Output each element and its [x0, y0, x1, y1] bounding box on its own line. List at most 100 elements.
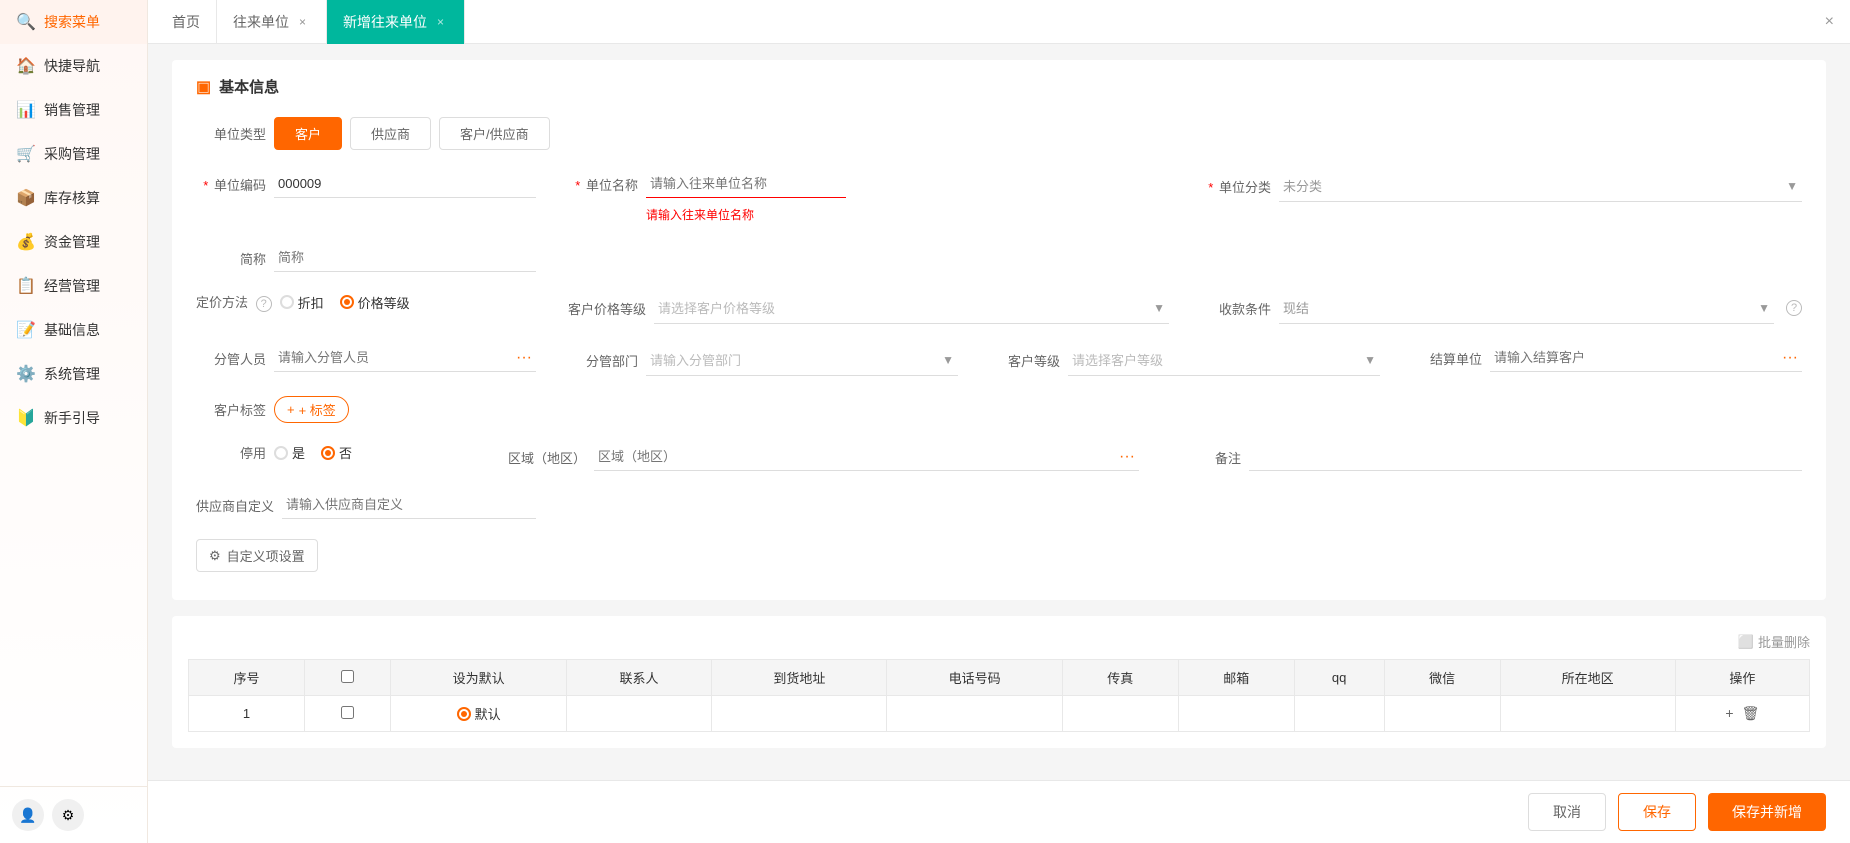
payment-terms-label: 收款条件 [1201, 299, 1271, 318]
supervisor-more-btn[interactable]: ··· [512, 349, 536, 367]
tab-partner-list[interactable]: 往来单位 × [217, 0, 327, 44]
supplier-custom-input[interactable] [282, 491, 536, 519]
disabled-radio-no[interactable]: 否 [321, 443, 352, 462]
tabs-close-all-button[interactable]: × [1817, 9, 1842, 35]
customer-tag-label: 客户标签 [196, 400, 266, 419]
unit-type-row: 单位类型 客户 供应商 客户/供应商 [196, 117, 1802, 150]
sidebar-settings-icon[interactable]: ⚙ [52, 799, 84, 831]
sidebar-item-operation[interactable]: 📋 经营管理 [0, 264, 147, 308]
supervisor-input[interactable] [274, 344, 512, 371]
tab-partner-list-close[interactable]: × [295, 13, 310, 31]
operation-icon: 📋 [16, 276, 36, 296]
row-check [305, 696, 391, 732]
department-field: 分管部门 请输入分管部门 ▼ [568, 344, 958, 376]
sidebar-item-quick-nav[interactable]: 🏠 快捷导航 [0, 44, 147, 88]
sales-icon: 📊 [16, 100, 36, 120]
payment-terms-help[interactable]: ? [1786, 300, 1802, 316]
payment-terms-select[interactable]: 现结 ▼ [1279, 292, 1774, 324]
remark-input[interactable] [1249, 443, 1802, 471]
table-select-all[interactable] [341, 670, 354, 683]
disabled-radio-yes[interactable]: 是 [274, 443, 305, 462]
region-more-btn[interactable]: ··· [1115, 448, 1139, 466]
row-default-radio[interactable]: 默认 [403, 704, 553, 723]
department-select[interactable]: 请输入分管部门 ▼ [646, 344, 958, 376]
save-button[interactable]: 保存 [1618, 793, 1696, 831]
unit-category-label: * 单位分类 [1201, 177, 1271, 196]
sidebar-item-basic[interactable]: 📝 基础信息 [0, 308, 147, 352]
pricing-radio-level[interactable]: 价格等级 [340, 293, 410, 312]
row-qq [1294, 696, 1384, 732]
unit-code-name-row: * 单位编码 * 单位名称 请输入往来单位名称 [196, 170, 1802, 224]
settlement-unit-label: 结算单位 [1412, 349, 1482, 368]
supervisor-row: 分管人员 ··· 分管部门 请输入分管部门 ▼ 客户等级 [196, 344, 1802, 376]
row-phone [887, 696, 1062, 732]
sidebar-item-inventory[interactable]: 📦 库存核算 [0, 176, 147, 220]
newbie-icon: 🔰 [16, 408, 36, 428]
pricing-method-field: 定价方法 ? 折扣 价格等级 [196, 292, 536, 312]
cancel-button[interactable]: 取消 [1528, 793, 1606, 831]
settlement-unit-more-btn[interactable]: ··· [1778, 349, 1802, 367]
save-new-button[interactable]: 保存并新增 [1708, 793, 1826, 831]
sidebar: 🔍 搜索菜单 🏠 快捷导航 📊 销售管理 🛒 采购管理 📦 库存核算 💰 资金管… [0, 0, 148, 843]
pricing-method-help[interactable]: ? [256, 296, 272, 312]
customer-level-arrow: ▼ [1364, 353, 1376, 367]
tab-partner-new-close[interactable]: × [433, 13, 448, 31]
department-arrow: ▼ [942, 353, 954, 367]
col-header-ops: 操作 [1675, 660, 1809, 696]
row-add-btn[interactable]: + [1725, 705, 1733, 722]
unit-btn-both[interactable]: 客户/供应商 [439, 117, 550, 150]
settlement-unit-input[interactable] [1490, 344, 1778, 371]
sidebar-item-sales[interactable]: 📊 销售管理 [0, 88, 147, 132]
pricing-method-group: 折扣 价格等级 [280, 293, 410, 312]
disabled-region-row: 停用 是 否 区域（地区） [196, 443, 1802, 471]
pricing-radio-discount[interactable]: 折扣 [280, 293, 324, 312]
sidebar-label-system: 系统管理 [44, 364, 100, 384]
sidebar-label-finance: 资金管理 [44, 232, 100, 252]
sidebar-user-icon[interactable]: 👤 [12, 799, 44, 831]
col-header-fax: 传真 [1062, 660, 1178, 696]
batch-delete-label: 批量删除 [1758, 632, 1810, 651]
basic-info-section: ▣ 基本信息 单位类型 客户 供应商 客户/供应商 * [172, 60, 1826, 600]
tab-partner-new-label: 新增往来单位 [343, 12, 427, 32]
row-delete-btn[interactable]: 🗑 [1742, 705, 1760, 722]
row-checkbox[interactable] [341, 706, 354, 719]
add-tag-button[interactable]: + + 标签 [274, 396, 349, 423]
tabs-bar: 首页 往来单位 × 新增往来单位 × × [148, 0, 1850, 44]
unit-name-input[interactable] [646, 170, 846, 198]
row-address [712, 696, 887, 732]
customer-price-level-select[interactable]: 请选择客户价格等级 ▼ [654, 292, 1169, 324]
unit-code-input[interactable] [274, 170, 536, 198]
custom-settings-button[interactable]: ⚙ 自定义项设置 [196, 539, 318, 572]
tab-home[interactable]: 首页 [156, 0, 217, 44]
unit-btn-supplier[interactable]: 供应商 [350, 117, 431, 150]
short-name-label: 简称 [196, 249, 266, 268]
sidebar-label-inventory: 库存核算 [44, 188, 100, 208]
unit-btn-customer[interactable]: 客户 [274, 117, 342, 150]
contact-table-section: ⬜ 批量删除 序号 设为默认 联系人 到货地址 电话号码 传真 邮箱 qq [172, 616, 1826, 748]
unit-category-field: * 单位分类 未分类 ▼ [1201, 170, 1802, 202]
customer-level-select[interactable]: 请选择客户等级 ▼ [1068, 344, 1380, 376]
region-input[interactable] [594, 443, 1115, 470]
row-ops: + 🗑 [1675, 696, 1809, 732]
tab-partner-new[interactable]: 新增往来单位 × [327, 0, 465, 44]
sidebar-item-purchase[interactable]: 🛒 采购管理 [0, 132, 147, 176]
sidebar-item-finance[interactable]: 💰 资金管理 [0, 220, 147, 264]
tab-home-label: 首页 [172, 12, 200, 32]
sidebar-item-system[interactable]: ⚙️ 系统管理 [0, 352, 147, 396]
col-header-check [305, 660, 391, 696]
basic-icon: 📝 [16, 320, 36, 340]
batch-delete-button[interactable]: ⬜ 批量删除 [1738, 632, 1810, 651]
sidebar-label-quick-nav: 快捷导航 [44, 56, 100, 76]
system-icon: ⚙️ [16, 364, 36, 384]
sidebar-item-search[interactable]: 🔍 搜索菜单 [0, 0, 147, 44]
sidebar-item-newbie[interactable]: 🔰 新手引导 [0, 396, 147, 440]
sidebar-label-newbie: 新手引导 [44, 408, 100, 428]
unit-category-select[interactable]: 未分类 ▼ [1279, 170, 1802, 202]
table-row: 1 默认 [189, 696, 1810, 732]
department-placeholder: 请输入分管部门 [650, 350, 741, 369]
customer-tag-field: 客户标签 + + 标签 [196, 396, 1802, 423]
short-name-input[interactable] [274, 244, 536, 272]
row-contact [566, 696, 712, 732]
unit-name-field: * 单位名称 请输入往来单位名称 [568, 170, 1169, 224]
short-name-field: 简称 [196, 244, 536, 272]
